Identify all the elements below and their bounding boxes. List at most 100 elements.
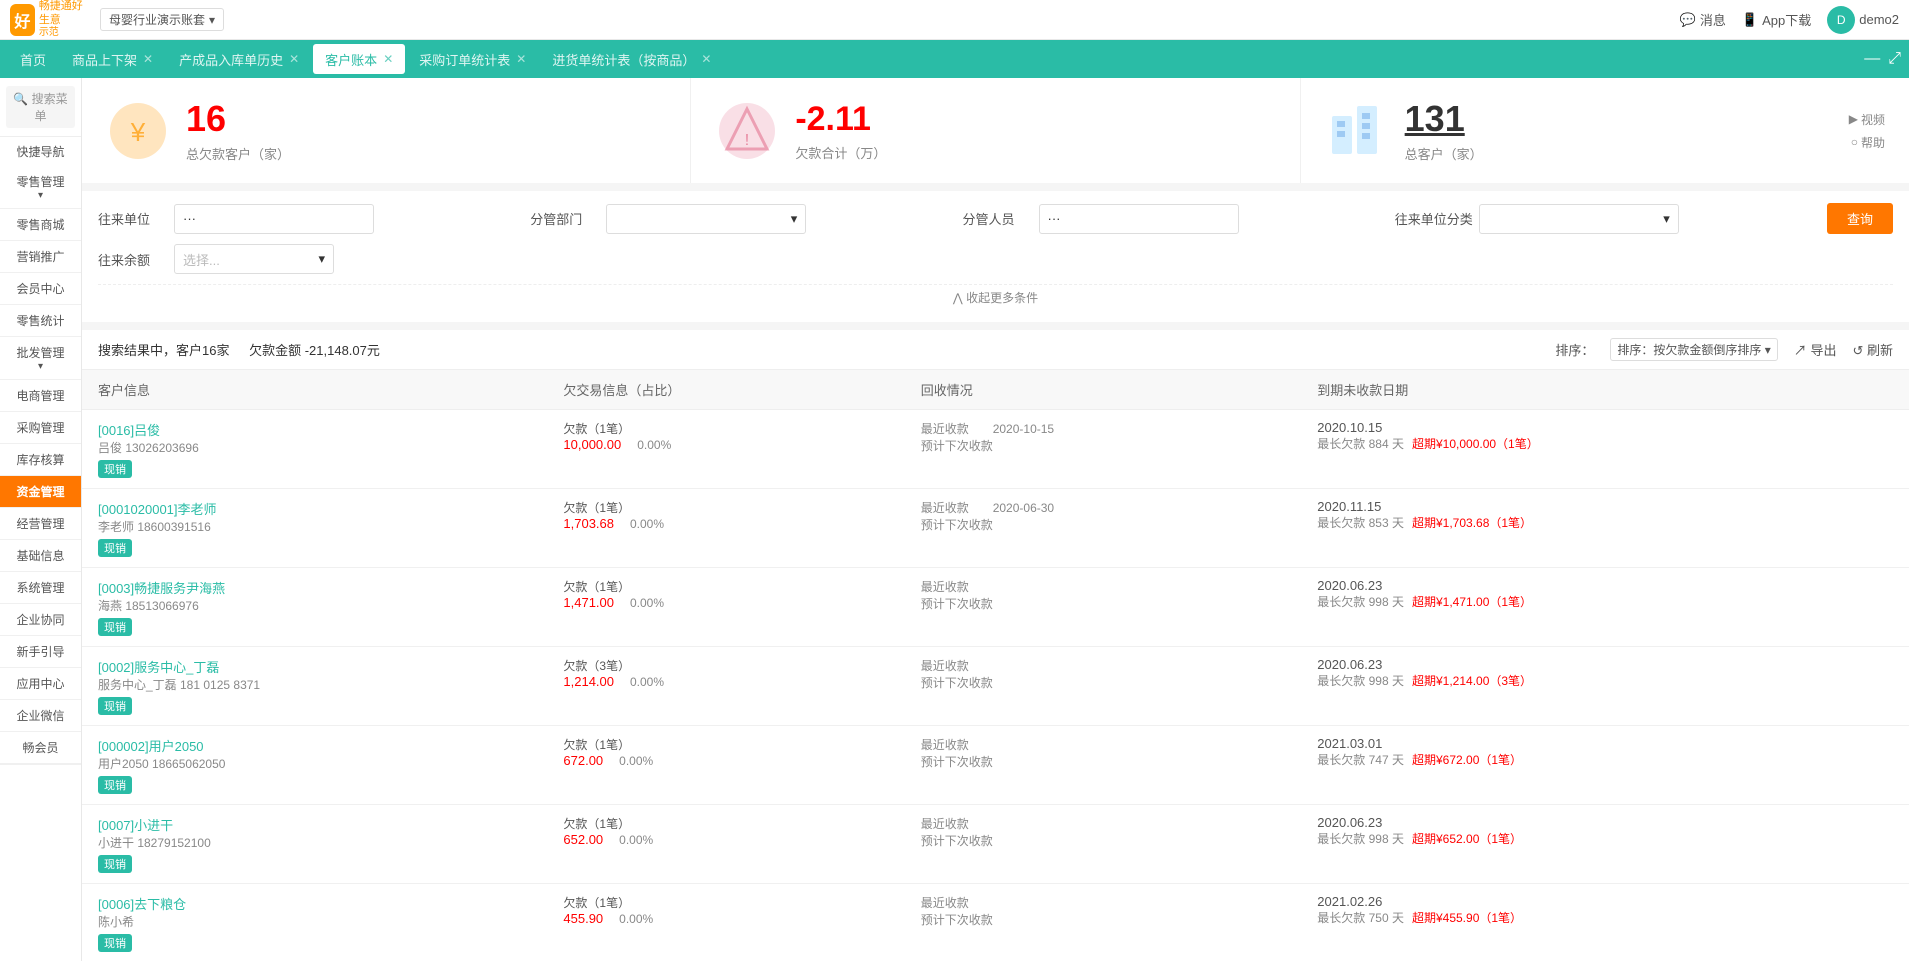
message-btn[interactable]: 💬 消息 xyxy=(1680,10,1726,29)
customer-name-link[interactable]: [0001020001]李老师 xyxy=(98,499,531,518)
download-icon: 📱 xyxy=(1742,12,1758,28)
chevron-down-icon: ▾ xyxy=(791,211,798,227)
overdue-link[interactable]: 超期¥1,471.00（1笔） xyxy=(1412,593,1532,610)
avatar: D xyxy=(1827,6,1855,34)
sidebar-item-marketing[interactable]: 营销推广 xyxy=(0,241,81,273)
collapse-bar[interactable]: ⋀ 收起更多条件 xyxy=(98,284,1893,310)
stat-icon-total xyxy=(1325,99,1389,163)
sidebar-item-newbie[interactable]: 新手引导 xyxy=(0,636,81,668)
tab-expand-btn[interactable]: ⤢ xyxy=(1888,50,1901,68)
sidebar-item-sys-mgmt[interactable]: 系统管理 xyxy=(0,572,81,604)
sidebar-item-retail-mall[interactable]: 零售商城 xyxy=(0,209,81,241)
unit-type-input[interactable]: ▾ xyxy=(1479,204,1679,234)
overdue-link[interactable]: 超期¥652.00（1笔） xyxy=(1412,830,1522,847)
debt-amount: 1,471.00 xyxy=(563,595,614,610)
refresh-icon: ↺ xyxy=(1852,343,1863,358)
stats-row: ¥ 16 总欠款客户（家） ! - xyxy=(82,78,1909,183)
industry-selector[interactable]: 母婴行业演示账套 ▾ xyxy=(100,8,224,31)
from-unit-label: 往来单位 xyxy=(98,209,168,228)
overdue-link[interactable]: 超期¥672.00（1笔） xyxy=(1412,751,1522,768)
overdue-days: 最长欠款 853 天 xyxy=(1317,514,1404,531)
dept-input[interactable]: ▾ xyxy=(606,204,806,234)
query-button[interactable]: 查询 xyxy=(1827,203,1893,234)
tab-product-shelf[interactable]: 商品上下架 ✕ xyxy=(60,44,165,74)
balance-select[interactable]: 选择... ▾ xyxy=(174,244,334,274)
sidebar-item-member[interactable]: 会员中心 xyxy=(0,273,81,305)
chevron-down-icon: ▾ xyxy=(209,13,215,27)
sort-select[interactable]: 排序：按欠款金额倒序排序 ▾ xyxy=(1610,338,1777,361)
app-download-btn[interactable]: 📱 App下载 xyxy=(1742,10,1811,29)
sidebar-search-area[interactable]: 🔍 搜索菜单 xyxy=(0,78,81,137)
sidebar-quick-nav[interactable]: 快捷导航 xyxy=(0,137,81,166)
main-table: 客户信息 欠交易信息（占比） 回收情况 到期未收款日期 xyxy=(82,370,1909,961)
sidebar-item-capital[interactable]: 资金管理 xyxy=(0,476,81,508)
customer-name-link[interactable]: [000002]用户2050 xyxy=(98,736,531,755)
tab-product-history[interactable]: 产成品入库单历史 ✕ xyxy=(167,44,311,74)
sidebar-item-retail-mgmt[interactable]: 零售管理 ▾ xyxy=(0,166,81,209)
sidebar-item-app-center[interactable]: 应用中心 xyxy=(0,668,81,700)
col-header-debt-info: 欠交易信息（占比） xyxy=(547,370,904,410)
cell-callback-0: 最近收款 2020-10-15 预计下次收款 xyxy=(905,410,1302,489)
overdue-link[interactable]: 超期¥455.90（1笔） xyxy=(1412,909,1522,926)
sidebar-item-purchase[interactable]: 采购管理 xyxy=(0,412,81,444)
customer-name-link[interactable]: [0016]吕俊 xyxy=(98,420,531,439)
sidebar-search-box[interactable]: 🔍 搜索菜单 xyxy=(6,86,75,128)
sidebar-item-inventory[interactable]: 库存核算 xyxy=(0,444,81,476)
sidebar-item-retail-stats[interactable]: 零售统计 xyxy=(0,305,81,337)
overdue-link[interactable]: 超期¥10,000.00（1笔） xyxy=(1412,435,1539,452)
view-btn[interactable]: ▶ 视频 xyxy=(1849,111,1885,128)
cell-due-1: 2020.11.15 最长欠款 853 天 超期¥1,703.68（1笔） xyxy=(1301,489,1909,568)
cell-due-4: 2021.03.01 最长欠款 747 天 超期¥672.00（1笔） xyxy=(1301,726,1909,805)
customer-name-link[interactable]: [0003]畅捷服务尹海燕 xyxy=(98,578,531,597)
total-debt-customers-label: 总欠款客户（家） xyxy=(186,144,290,163)
customer-name-link[interactable]: [0007]小进干 xyxy=(98,815,531,834)
sidebar-item-chang-member[interactable]: 畅会员 xyxy=(0,732,81,764)
filter-row-2: 往来余额 选择... ▾ xyxy=(98,244,1893,274)
stat-card-debt-amount: ! -2.11 欠款合计（万） xyxy=(691,78,1300,183)
overdue-link[interactable]: 超期¥1,214.00（3笔） xyxy=(1412,672,1532,689)
debt-desc: 欠款（1笔） xyxy=(563,420,888,437)
overdue-link[interactable]: 超期¥1,703.68（1笔） xyxy=(1412,514,1532,531)
sidebar-item-basic-info[interactable]: 基础信息 xyxy=(0,540,81,572)
tab-inventory-stats[interactable]: 进货单统计表（按商品） ✕ xyxy=(540,44,723,74)
col-header-customer: 客户信息 xyxy=(82,370,547,410)
cell-callback-2: 最近收款 预计下次收款 xyxy=(905,568,1302,647)
table-body: [0016]吕俊 吕俊 13026203696 现销 欠款（1笔） 10,000… xyxy=(82,410,1909,961)
export-btn[interactable]: ↗ 导出 xyxy=(1794,340,1837,359)
sidebar-item-ecom[interactable]: 电商管理 xyxy=(0,380,81,412)
customer-name-link[interactable]: [0002]服务中心_丁磊 xyxy=(98,657,531,676)
debt-percent: 0.00% xyxy=(630,596,664,610)
customer-tag: 现销 xyxy=(98,697,132,715)
sidebar-item-ops[interactable]: 经营管理 xyxy=(0,508,81,540)
tab-close-icon[interactable]: ✕ xyxy=(143,52,153,66)
user-avatar-btn[interactable]: D demo2 xyxy=(1827,6,1899,34)
cell-debt-3: 欠款（3笔） 1,214.00 0.00% xyxy=(547,647,904,726)
total-customers-label: 总客户（家） xyxy=(1405,144,1483,163)
sidebar-item-enterprise-collab[interactable]: 企业协同 xyxy=(0,604,81,636)
cell-callback-5: 最近收款 预计下次收款 xyxy=(905,805,1302,884)
table-header-row: 客户信息 欠交易信息（占比） 回收情况 到期未收款日期 xyxy=(82,370,1909,410)
tab-close-icon[interactable]: ✕ xyxy=(701,52,711,66)
tab-minimize-btn[interactable]: — xyxy=(1864,50,1880,68)
help-btn[interactable]: ○ 帮助 xyxy=(1851,134,1885,151)
tab-purchase-stats[interactable]: 采购订单统计表 ✕ xyxy=(407,44,538,74)
from-unit-field: 往来单位 ··· xyxy=(98,204,518,234)
sidebar-item-enterprise-wechat[interactable]: 企业微信 xyxy=(0,700,81,732)
unit-type-field: 往来单位分类 ▾ xyxy=(1395,204,1815,234)
debt-icon-svg: ! xyxy=(717,101,777,161)
debt-percent: 0.00% xyxy=(630,675,664,689)
filter-row-1: 往来单位 ··· 分管部门 ▾ 分管人员 ··· xyxy=(98,203,1893,234)
customer-name-link[interactable]: [0006]去下粮仓 xyxy=(98,894,531,913)
tab-close-icon[interactable]: ✕ xyxy=(516,52,526,66)
from-unit-input[interactable]: ··· xyxy=(174,204,374,234)
tab-home[interactable]: 首页 xyxy=(8,44,58,74)
tab-customer-account[interactable]: 客户账本 ✕ xyxy=(313,44,405,74)
sidebar-item-batch-mgmt[interactable]: 批发管理 ▾ xyxy=(0,337,81,380)
next-payment: 预计下次收款 xyxy=(921,674,1286,691)
tab-close-icon[interactable]: ✕ xyxy=(383,52,393,66)
dept-field: 分管部门 ▾ xyxy=(530,204,950,234)
refresh-btn[interactable]: ↺ 刷新 xyxy=(1852,340,1893,359)
customer-phone: 陈小希 xyxy=(98,913,531,930)
tab-close-icon[interactable]: ✕ xyxy=(289,52,299,66)
person-input[interactable]: ··· xyxy=(1039,204,1239,234)
